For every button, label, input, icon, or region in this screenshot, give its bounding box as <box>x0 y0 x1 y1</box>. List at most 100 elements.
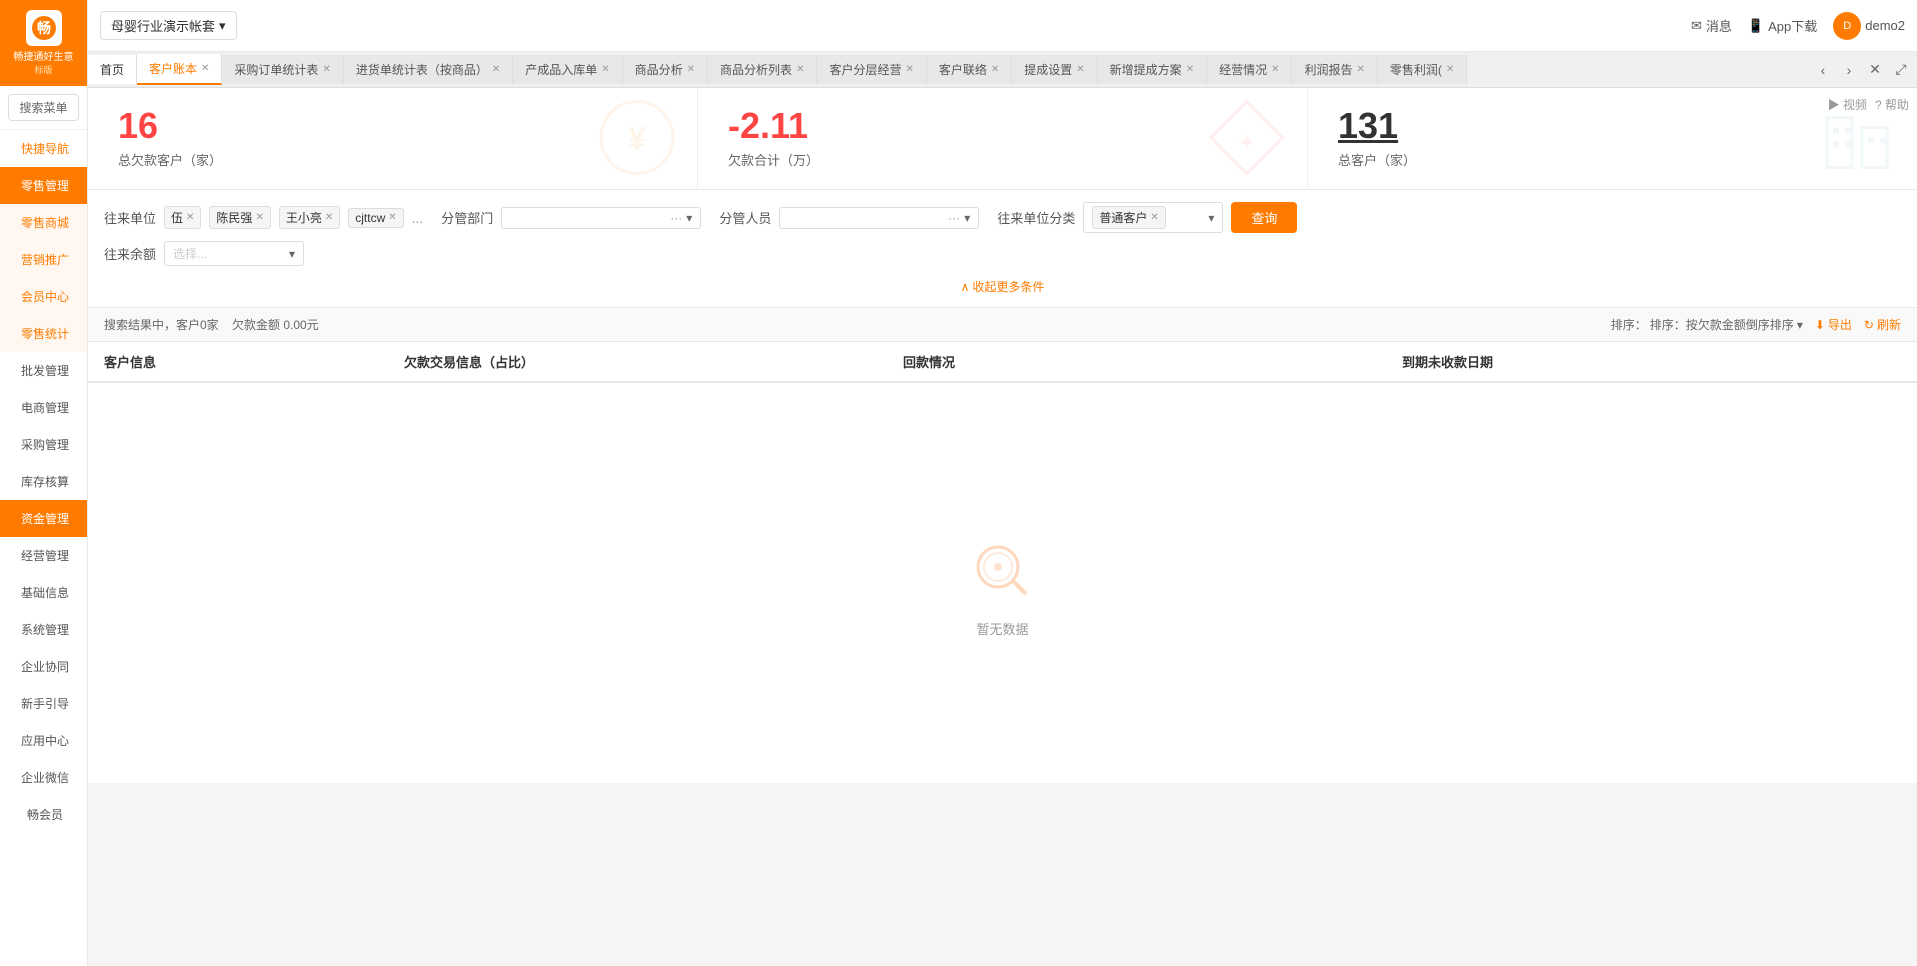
search-menu-button[interactable]: 搜索菜单 <box>8 94 79 121</box>
sidebar-item-app-center[interactable]: 应用中心 <box>0 722 87 759</box>
tab-close-retail-profit[interactable]: ✕ <box>1446 64 1454 75</box>
tab-profit-report[interactable]: 利润报告 ✕ <box>1292 55 1377 84</box>
app-name: 畅捷通好生意 <box>14 48 74 63</box>
app-download-button[interactable]: 📱 App下载 <box>1748 16 1817 35</box>
tab-close-goods-analysis-list[interactable]: ✕ <box>796 64 804 75</box>
help-label: 帮助 <box>1885 98 1909 112</box>
tab-close-profit-report[interactable]: ✕ <box>1357 64 1365 75</box>
dept-more-dots[interactable]: ··· <box>670 211 682 225</box>
sidebar-item-basic-info[interactable]: 基础信息 <box>0 574 87 611</box>
collapse-button[interactable]: ∧ 收起更多条件 <box>961 278 1045 295</box>
result-summary: 搜索结果中，客户0家 欠款金额 0.00元 <box>104 316 319 333</box>
tab-account-book[interactable]: 客户账本 ✕ <box>137 54 222 85</box>
sidebar-item-enterprise-wechat[interactable]: 企业微信 <box>0 759 87 796</box>
tab-goods-analysis-list[interactable]: 商品分析列表 ✕ <box>708 55 817 84</box>
sidebar-item-retail-mall[interactable]: 零售商城 <box>0 204 87 241</box>
tab-close-cost-inbound[interactable]: ✕ <box>601 64 609 75</box>
sidebar-item-marketing[interactable]: 营销推广 <box>0 241 87 278</box>
play-icon: ▶ <box>1828 98 1840 112</box>
sidebar-item-purchase[interactable]: 采购管理 <box>0 426 87 463</box>
table-body: 暂无数据 <box>88 383 1917 783</box>
video-help-link[interactable]: ▶ 视频 <box>1828 96 1867 113</box>
filter-row-1: 往来单位 伍 ✕ 陈民强 ✕ 王小亮 ✕ cjttcw ✕ ... <box>104 202 1901 233</box>
tab-new-promotion[interactable]: 新增提成方案 ✕ <box>1098 55 1207 84</box>
tab-retail-profit[interactable]: 零售利润( ✕ <box>1378 55 1467 84</box>
sort-chevron-icon: ▾ <box>1797 318 1803 332</box>
sidebar-item-vip[interactable]: 畅会员 <box>0 796 87 833</box>
sidebar-item-member[interactable]: 会员中心 <box>0 278 87 315</box>
tab-close-new-promotion[interactable]: ✕ <box>1186 64 1194 75</box>
tab-scroll-left[interactable]: ‹ <box>1811 58 1835 82</box>
dept-dropdown[interactable]: ··· ▾ <box>501 207 701 229</box>
filter-tag-cjttcw: cjttcw ✕ <box>348 208 403 228</box>
tab-close-inbound-stats[interactable]: ✕ <box>492 64 500 75</box>
page-content: ¥ 16 总欠款客户（家） ✦ -2.11 欠款合计（万） <box>88 88 1917 966</box>
sidebar-item-retail-stats[interactable]: 零售统计 <box>0 315 87 352</box>
data-table: 客户信息 欠款交易信息（占比） 回款情况 到期未收款日期 暂无数据 <box>88 342 1917 783</box>
sidebar-item-newbie[interactable]: 新手引导 <box>0 685 87 722</box>
tab-customer-segment[interactable]: 客户分层经营 ✕ <box>817 55 926 84</box>
help-link[interactable]: ? 帮助 <box>1875 96 1909 113</box>
tab-close-goods-analysis[interactable]: ✕ <box>687 64 695 75</box>
account-selector[interactable]: 母婴行业演示帐套 ▾ <box>100 11 237 40</box>
unit-category-tag-close[interactable]: ✕ <box>1150 212 1158 223</box>
export-button[interactable]: ⬇ 导出 <box>1815 316 1852 333</box>
tab-operation-status[interactable]: 经营情况 ✕ <box>1207 55 1292 84</box>
query-button[interactable]: 查询 <box>1231 202 1297 233</box>
person-more-dots[interactable]: ··· <box>948 211 960 225</box>
balance-dropdown[interactable]: 选择... ▾ <box>164 241 304 266</box>
filter-tag-chen-close[interactable]: ✕ <box>255 212 263 223</box>
sidebar-item-operation[interactable]: 经营管理 <box>0 537 87 574</box>
tab-home[interactable]: 首页 <box>88 55 137 84</box>
purchase-stats-tab-label: 采购订单统计表 <box>234 61 318 78</box>
refresh-button[interactable]: ↻ 刷新 <box>1864 316 1901 333</box>
col-overdue-date: 到期未收款日期 <box>1402 352 1901 371</box>
stats-bar: ¥ 16 总欠款客户（家） ✦ -2.11 欠款合计（万） <box>88 88 1917 190</box>
tab-close-customer-segment[interactable]: ✕ <box>905 64 913 75</box>
sidebar-item-retail-mgmt[interactable]: 零售管理 <box>0 167 87 204</box>
tab-inbound-stats[interactable]: 进货单统计表（按商品） ✕ <box>344 55 513 84</box>
promotion-settings-tab-label: 提成设置 <box>1024 61 1072 78</box>
sidebar-item-inventory[interactable]: 库存核算 <box>0 463 87 500</box>
unit-category-dropdown[interactable]: 普通客户 ✕ ▾ <box>1083 202 1223 233</box>
sidebar-item-system[interactable]: 系统管理 <box>0 611 87 648</box>
app-version: 标版 <box>34 63 52 76</box>
main-content: 母婴行业演示帐套 ▾ ✉ 消息 📱 App下载 D demo2 首页 <box>88 0 1917 966</box>
tab-close-customer-contact[interactable]: ✕ <box>991 64 999 75</box>
export-icon: ⬇ <box>1815 318 1825 332</box>
tab-close-operation-status[interactable]: ✕ <box>1271 64 1279 75</box>
tab-promotion-settings[interactable]: 提成设置 ✕ <box>1012 55 1097 84</box>
sort-dropdown[interactable]: 排序： 排序：按欠款金额倒序排序 ▾ <box>1611 316 1803 333</box>
sidebar-item-quick-nav[interactable]: 快捷导航 <box>0 130 87 167</box>
tab-cost-inbound[interactable]: 产成品入库单 ✕ <box>513 55 622 84</box>
empty-state-icon <box>963 529 1043 609</box>
tab-close-account-book[interactable]: ✕ <box>201 63 209 74</box>
filter-tag-default-close[interactable]: ✕ <box>186 212 194 223</box>
filter-tag-wang-close[interactable]: ✕ <box>325 212 333 223</box>
sidebar-item-batch-mgmt[interactable]: 批发管理 <box>0 352 87 389</box>
tab-close-all[interactable]: ✕ <box>1863 58 1887 82</box>
tab-goods-analysis[interactable]: 商品分析 ✕ <box>623 55 708 84</box>
balance-placeholder: 选择... <box>173 245 207 262</box>
filter-tag-chen: 陈民强 ✕ <box>209 206 270 229</box>
profit-report-tab-label: 利润报告 <box>1304 61 1352 78</box>
tab-scroll-right[interactable]: › <box>1837 58 1861 82</box>
tab-close-promotion-settings[interactable]: ✕ <box>1076 64 1084 75</box>
filter-more-tags[interactable]: ... <box>412 210 424 226</box>
sidebar-item-ecomm[interactable]: 电商管理 <box>0 389 87 426</box>
tabbar: 首页 客户账本 ✕ 采购订单统计表 ✕ 进货单统计表（按商品） ✕ 产成品入库单… <box>88 52 1917 88</box>
tab-expand[interactable]: ⤢ <box>1889 58 1913 82</box>
person-dropdown[interactable]: ··· ▾ <box>779 207 979 229</box>
sidebar-item-finance[interactable]: 资金管理 <box>0 500 87 537</box>
sidebar-item-enterprise[interactable]: 企业协同 <box>0 648 87 685</box>
filter-tag-cjttcw-close[interactable]: ✕ <box>388 212 396 223</box>
tab-customer-contact[interactable]: 客户联络 ✕ <box>927 55 1012 84</box>
tab-close-purchase-stats[interactable]: ✕ <box>322 64 330 75</box>
unit-filter-label: 往来单位 <box>104 208 156 227</box>
user-profile[interactable]: D demo2 <box>1833 12 1905 40</box>
stats-total-customers-value: 131 <box>1338 108 1887 144</box>
message-button[interactable]: ✉ 消息 <box>1691 16 1732 35</box>
table-header: 客户信息 欠款交易信息（占比） 回款情况 到期未收款日期 <box>88 342 1917 383</box>
cost-inbound-tab-label: 产成品入库单 <box>525 61 597 78</box>
tab-purchase-stats[interactable]: 采购订单统计表 ✕ <box>222 55 343 84</box>
